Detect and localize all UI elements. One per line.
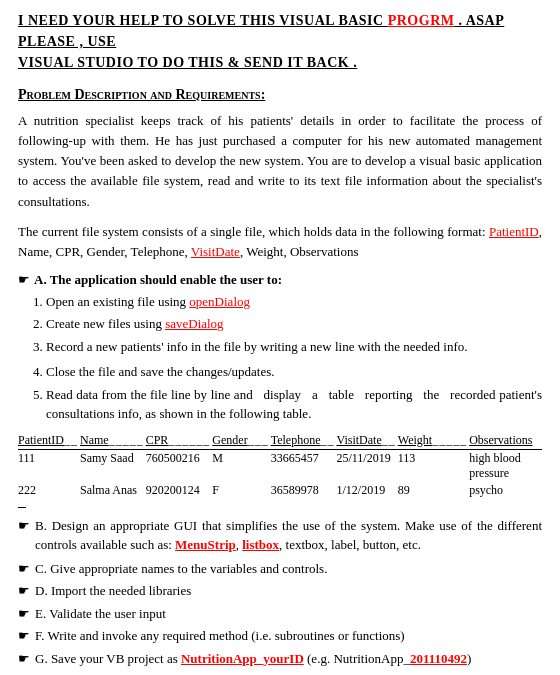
- patients-table: PatientID_ _ Name_ _ _ _ _ CPR_ _ _ _ _ …: [18, 432, 542, 499]
- section-a-label: A. The application should enable the use…: [34, 272, 282, 288]
- data-table-section: PatientID_ _ Name_ _ _ _ _ CPR_ _ _ _ _ …: [18, 432, 542, 499]
- col-header-telephone: Telephone_ _: [271, 432, 337, 450]
- cell-gender-1: M: [212, 449, 270, 482]
- section-a-list: Open an existing file using openDialog C…: [46, 292, 542, 357]
- section-heading-problem: Problem Description and Requirements:: [18, 87, 542, 103]
- cell-observations-1: high blood pressure: [469, 449, 542, 482]
- list-item-2: Create new files using saveDialog: [46, 314, 542, 334]
- cell-visitdate-2: 1/12/2019: [336, 482, 397, 499]
- save-dialog-link: saveDialog: [165, 316, 223, 331]
- open-dialog-link: openDialog: [189, 294, 250, 309]
- section-a-list-continued: Close the file and save the changes/upda…: [46, 362, 542, 424]
- section-d-text: D. Import the needed libraries: [35, 581, 191, 601]
- list-item-5: Read data from the file line by line and…: [46, 385, 542, 424]
- section-c-text: C. Give appropriate names to the variabl…: [35, 559, 327, 579]
- divider: [18, 507, 26, 508]
- cell-name-2: Salma Anas: [80, 482, 146, 499]
- section-e: ☛ E. Validate the user input: [18, 604, 542, 624]
- col-header-visitdate: VisitDate_ _: [336, 432, 397, 450]
- cell-name-1: Samy Saad: [80, 449, 146, 482]
- table-header-row: PatientID_ _ Name_ _ _ _ _ CPR_ _ _ _ _ …: [18, 432, 542, 450]
- cell-gender-2: F: [212, 482, 270, 499]
- section-g-text: G. Save your VB project as NutritionApp_…: [35, 649, 471, 669]
- visit-date-field: VisitDate: [191, 244, 240, 259]
- section-e-text: E. Validate the user input: [35, 604, 166, 624]
- col-header-cpr: CPR_ _ _ _ _ _: [146, 432, 213, 450]
- list-item-4: Close the file and save the changes/upda…: [46, 362, 542, 382]
- section-b: ☛ B. Design an appropriate GUI that simp…: [18, 516, 542, 555]
- nutrition-app-link: NutritionApp_yourID: [181, 651, 304, 666]
- cell-weight-2: 89: [398, 482, 469, 499]
- page-title: I NEED YOUR HELP TO SOLVE THIS VISUAL BA…: [18, 10, 542, 73]
- section-c: ☛ C. Give appropriate names to the varia…: [18, 559, 542, 579]
- col-header-gender: Gender_ _ _: [212, 432, 270, 450]
- cell-patientid-2: 222: [18, 482, 80, 499]
- section-f: ☛ F. Write and invoke any required metho…: [18, 626, 542, 646]
- col-header-name: Name_ _ _ _ _: [80, 432, 146, 450]
- section-f-arrow-icon: ☛: [18, 626, 30, 646]
- col-header-patientid: PatientID_ _: [18, 432, 80, 450]
- title-line2: VISUAL STUDIO TO DO THIS & SEND IT BACK …: [18, 55, 357, 70]
- section-d-arrow-icon: ☛: [18, 581, 30, 601]
- cell-observations-2: psycho: [469, 482, 542, 499]
- cell-cpr-2: 920200124: [146, 482, 213, 499]
- cell-telephone-2: 36589978: [271, 482, 337, 499]
- section-b-arrow-icon: ☛: [18, 516, 30, 536]
- list-item-3: Record a new patients' info in the file …: [46, 337, 542, 357]
- section-c-arrow-icon: ☛: [18, 559, 30, 579]
- patient-id-field: PatientID: [489, 224, 539, 239]
- section-e-arrow-icon: ☛: [18, 604, 30, 624]
- listbox-link: listbox: [242, 537, 279, 552]
- section-f-text: F. Write and invoke any required method …: [35, 626, 405, 646]
- section-b-text: B. Design an appropriate GUI that simpli…: [35, 516, 542, 555]
- list-item-1: Open an existing file using openDialog: [46, 292, 542, 312]
- table-row: 222 Salma Anas 920200124 F 36589978 1/12…: [18, 482, 542, 499]
- menustrip-link: MenuStrip: [175, 537, 236, 552]
- col-header-weight: Weight_ _ _ _ _: [398, 432, 469, 450]
- nutrition-app-id-link: 201110492: [410, 651, 467, 666]
- cell-patientid-1: 111: [18, 449, 80, 482]
- section-d: ☛ D. Import the needed libraries: [18, 581, 542, 601]
- section-g: ☛ G. Save your VB project as NutritionAp…: [18, 649, 542, 669]
- title-line1: I NEED YOUR HELP TO SOLVE THIS VISUAL BA…: [18, 13, 504, 49]
- col-header-observations: Observations: [469, 432, 542, 450]
- section-a-heading: ☛ A. The application should enable the u…: [18, 272, 542, 288]
- cell-visitdate-1: 25/11/2019: [336, 449, 397, 482]
- cell-telephone-1: 33665457: [271, 449, 337, 482]
- table-row: 111 Samy Saad 760500216 M 33665457 25/11…: [18, 449, 542, 482]
- file-format-paragraph: The current file system consists of a si…: [18, 222, 542, 262]
- cell-cpr-1: 760500216: [146, 449, 213, 482]
- section-g-arrow-icon: ☛: [18, 649, 30, 669]
- cell-weight-1: 113: [398, 449, 469, 482]
- section-a-arrow-icon: ☛: [18, 272, 30, 288]
- intro-paragraph: A nutrition specialist keeps track of hi…: [18, 111, 542, 212]
